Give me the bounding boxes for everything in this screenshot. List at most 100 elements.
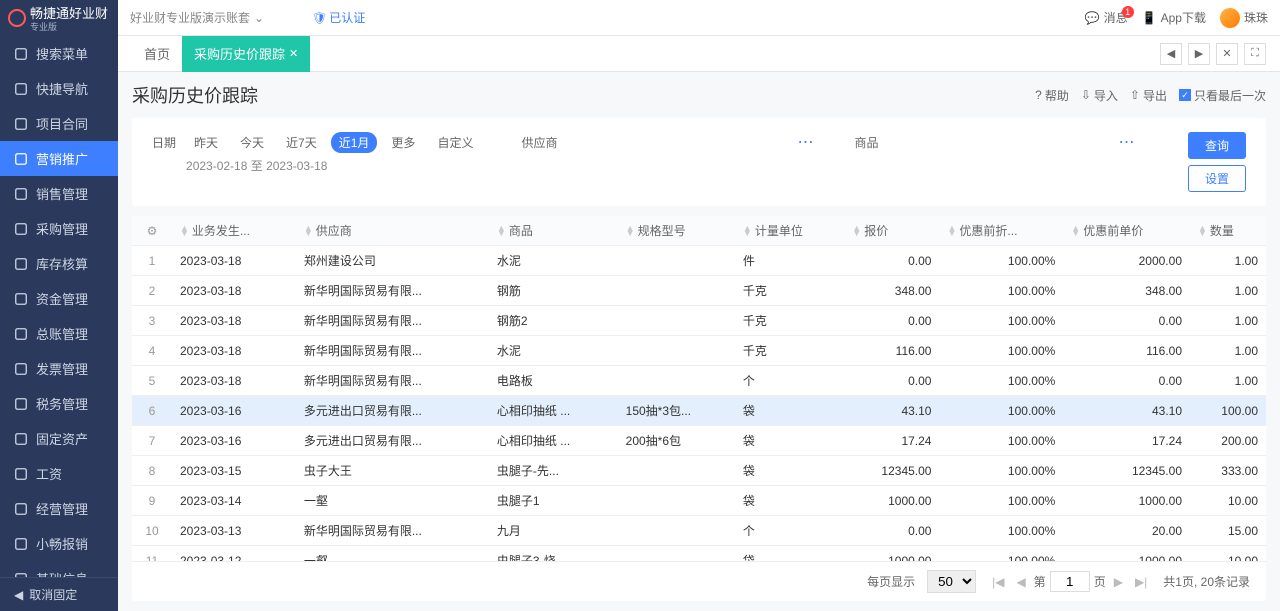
- table-row[interactable]: 72023-03-16多元进出口贸易有限...心相印抽纸 ...200抽*6包袋…: [132, 426, 1266, 456]
- cell: 17.24: [844, 426, 939, 456]
- date-chips: 昨天今天近7天近1月更多自定义: [186, 132, 481, 153]
- date-chip-3[interactable]: 近1月: [331, 132, 378, 153]
- sidebar-item-4[interactable]: 销售管理: [0, 176, 118, 211]
- cell: 100.00%: [939, 336, 1063, 366]
- cell: 虫腿子3-烧...: [489, 546, 618, 562]
- page-input[interactable]: [1050, 571, 1090, 592]
- cell: 个: [735, 516, 844, 546]
- tab-close-all-button[interactable]: ✕: [1216, 43, 1238, 65]
- tab-prev-button[interactable]: ◀: [1160, 43, 1182, 65]
- cell: 1000.00: [844, 486, 939, 516]
- col-header-0[interactable]: ⚙: [132, 216, 172, 246]
- per-page-select[interactable]: 50: [927, 570, 976, 593]
- table-row[interactable]: 42023-03-18新华明国际贸易有限...水泥千克116.00100.00%…: [132, 336, 1266, 366]
- help-button[interactable]: ? 帮助: [1035, 87, 1069, 104]
- tab-next-button[interactable]: ▶: [1188, 43, 1210, 65]
- sidebar-item-5[interactable]: 采购管理: [0, 211, 118, 246]
- table-row[interactable]: 112023-03-12一壑虫腿子3-烧...袋1000.00100.00%10…: [132, 546, 1266, 562]
- settings-button[interactable]: 设置: [1188, 165, 1246, 192]
- only-last-toggle[interactable]: ✓ 只看最后一次: [1179, 87, 1266, 104]
- tab-current[interactable]: 采购历史价跟踪 ✕: [182, 36, 310, 72]
- page-last-button[interactable]: ▶|: [1131, 575, 1151, 589]
- org-selector[interactable]: 好业财专业版演示账套 ⌄: [130, 9, 300, 26]
- goods-input[interactable]: [888, 132, 1108, 156]
- cell: 2023-03-18: [172, 306, 296, 336]
- date-chip-4[interactable]: 更多: [383, 132, 423, 153]
- table-row[interactable]: 102023-03-13新华明国际贸易有限...九月个0.00100.00%20…: [132, 516, 1266, 546]
- sidebar-item-13[interactable]: 经营管理: [0, 491, 118, 526]
- supplier-more-icon[interactable]: ⋯: [797, 132, 814, 152]
- sidebar-item-label: 发票管理: [36, 359, 88, 378]
- sidebar-item-1[interactable]: 快捷导航: [0, 71, 118, 106]
- verified-badge: 🛡 已认证: [312, 9, 365, 26]
- sidebar-item-label: 小畅报销: [36, 534, 88, 553]
- col-header-2[interactable]: ▲▼供应商: [296, 216, 489, 246]
- sidebar-item-12[interactable]: 工资: [0, 456, 118, 491]
- sidebar-item-11[interactable]: 固定资产: [0, 421, 118, 456]
- cell: 0.00: [844, 516, 939, 546]
- cell: 0.00: [844, 246, 939, 276]
- app-download-button[interactable]: 📱 App下载: [1142, 9, 1206, 26]
- user-menu[interactable]: 珠珠: [1220, 8, 1268, 28]
- cell: 多元进出口贸易有限...: [296, 396, 489, 426]
- table-row[interactable]: 82023-03-15虫子大王虫腿子-先...袋12345.00100.00%1…: [132, 456, 1266, 486]
- cell: 3: [132, 306, 172, 336]
- date-chip-0[interactable]: 昨天: [186, 132, 226, 153]
- page-prev-button[interactable]: ◀: [1012, 575, 1029, 589]
- fullscreen-button[interactable]: ⛶: [1244, 43, 1266, 65]
- filter-date: 日期 昨天今天近7天近1月更多自定义 2023-02-18 至 2023-03-…: [152, 132, 481, 174]
- page-next-button[interactable]: ▶: [1110, 575, 1127, 589]
- table-row[interactable]: 52023-03-18新华明国际贸易有限...电路板个0.00100.00%0.…: [132, 366, 1266, 396]
- col-header-3[interactable]: ▲▼商品: [489, 216, 618, 246]
- sidebar-item-7[interactable]: 资金管理: [0, 281, 118, 316]
- date-chip-5[interactable]: 自定义: [429, 132, 481, 153]
- table-row[interactable]: 32023-03-18新华明国际贸易有限...钢筋2千克0.00100.00%0…: [132, 306, 1266, 336]
- page-first-button[interactable]: |◀: [988, 575, 1008, 589]
- sidebar-pin-toggle[interactable]: ◀ 取消固定: [0, 577, 118, 611]
- sidebar-item-0[interactable]: 搜索菜单: [0, 36, 118, 71]
- col-header-5[interactable]: ▲▼计量单位: [735, 216, 844, 246]
- tab-home[interactable]: 首页: [132, 36, 182, 72]
- col-header-8[interactable]: ▲▼优惠前单价: [1063, 216, 1190, 246]
- sort-icon: ▲▼: [743, 226, 752, 236]
- sort-icon: ▲▼: [947, 226, 956, 236]
- sidebar-item-3[interactable]: 营销推广: [0, 141, 118, 176]
- tab-close-icon[interactable]: ✕: [289, 47, 298, 60]
- gear-icon[interactable]: ⚙: [147, 224, 158, 238]
- col-header-9[interactable]: ▲▼数量: [1190, 216, 1266, 246]
- col-header-7[interactable]: ▲▼优惠前折...: [939, 216, 1063, 246]
- col-header-4[interactable]: ▲▼规格型号: [618, 216, 735, 246]
- sidebar-item-9[interactable]: 发票管理: [0, 351, 118, 386]
- sidebar-item-10[interactable]: 税务管理: [0, 386, 118, 421]
- supplier-input[interactable]: [567, 132, 787, 156]
- cell: 9: [132, 486, 172, 516]
- cell: 新华明国际贸易有限...: [296, 366, 489, 396]
- import-label: 导入: [1094, 87, 1118, 104]
- cell: 新华明国际贸易有限...: [296, 336, 489, 366]
- cell: 袋: [735, 486, 844, 516]
- sidebar-item-6[interactable]: 库存核算: [0, 246, 118, 281]
- sidebar-item-14[interactable]: 小畅报销: [0, 526, 118, 561]
- export-button[interactable]: ⇧ 导出: [1130, 87, 1167, 104]
- cell: 4: [132, 336, 172, 366]
- messages-button[interactable]: 💬 消息 1: [1085, 9, 1128, 26]
- col-header-6[interactable]: ▲▼报价: [844, 216, 939, 246]
- import-button[interactable]: ⇩ 导入: [1081, 87, 1118, 104]
- sidebar-item-15[interactable]: 基础信息: [0, 561, 118, 577]
- cell: 2023-03-16: [172, 396, 296, 426]
- table-row[interactable]: 12023-03-18郑州建设公司水泥件0.00100.00%2000.001.…: [132, 246, 1266, 276]
- query-button[interactable]: 查询: [1188, 132, 1246, 159]
- date-chip-2[interactable]: 近7天: [278, 132, 325, 153]
- table-row[interactable]: 62023-03-16多元进出口贸易有限...心相印抽纸 ...150抽*3包.…: [132, 396, 1266, 426]
- sidebar-item-label: 基础信息: [36, 569, 88, 577]
- sidebar-item-2[interactable]: 项目合同: [0, 106, 118, 141]
- page-pre-label: 第: [1034, 573, 1046, 590]
- table-row[interactable]: 92023-03-14一壑虫腿子1袋1000.00100.00%1000.001…: [132, 486, 1266, 516]
- filter-bar: 日期 昨天今天近7天近1月更多自定义 2023-02-18 至 2023-03-…: [132, 118, 1266, 206]
- goods-more-icon[interactable]: ⋯: [1118, 132, 1135, 152]
- sidebar-item-8[interactable]: 总账管理: [0, 316, 118, 351]
- cell: [618, 276, 735, 306]
- table-row[interactable]: 22023-03-18新华明国际贸易有限...钢筋千克348.00100.00%…: [132, 276, 1266, 306]
- col-header-1[interactable]: ▲▼业务发生...: [172, 216, 296, 246]
- date-chip-1[interactable]: 今天: [232, 132, 272, 153]
